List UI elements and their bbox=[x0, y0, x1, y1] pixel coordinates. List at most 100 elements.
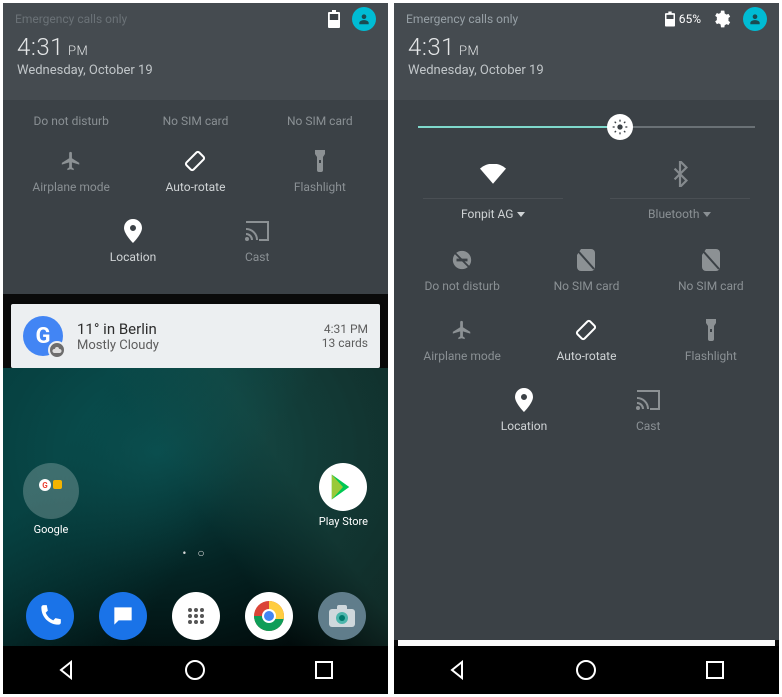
tile-autorotate[interactable]: Auto-rotate bbox=[133, 136, 257, 206]
tile-label: No SIM card bbox=[678, 279, 744, 293]
clock-time: 4:31 bbox=[17, 33, 64, 61]
emergency-label: Emergency calls only bbox=[406, 12, 518, 26]
date-label: Wednesday, October 19 bbox=[408, 63, 765, 78]
chevron-down-icon bbox=[703, 212, 711, 217]
brightness-slider[interactable] bbox=[394, 100, 779, 146]
tile-flashlight[interactable]: Flashlight bbox=[258, 136, 382, 206]
brightness-thumb[interactable] bbox=[607, 114, 633, 140]
tile-location[interactable]: Location bbox=[71, 206, 195, 276]
nav-home[interactable] bbox=[556, 652, 616, 688]
user-avatar[interactable] bbox=[352, 7, 376, 31]
airplane-icon bbox=[60, 148, 82, 174]
tile-cast[interactable]: Cast bbox=[586, 375, 710, 445]
bluetooth-icon bbox=[672, 160, 688, 188]
clock: 4:31 PM bbox=[408, 33, 765, 61]
tile-label: Auto-rotate bbox=[166, 180, 226, 194]
clock-ampm: PM bbox=[459, 44, 479, 59]
home-screen[interactable]: G Google Play Store • ○ bbox=[3, 368, 388, 646]
tile-airplane[interactable]: Airplane mode bbox=[9, 136, 133, 206]
tile-label: Location bbox=[501, 419, 547, 433]
flashlight-icon bbox=[701, 317, 721, 343]
autorotate-icon bbox=[183, 148, 207, 174]
wifi-label: Fonpit AG bbox=[461, 207, 513, 221]
nav-recent[interactable] bbox=[685, 652, 745, 688]
tile-dnd[interactable]: Do not disturb bbox=[9, 108, 133, 136]
tile-airplane[interactable]: Airplane mode bbox=[400, 305, 524, 375]
nav-recent[interactable] bbox=[294, 652, 354, 688]
tile-label: Cast bbox=[245, 250, 269, 264]
battery-icon bbox=[665, 11, 675, 27]
tile-location[interactable]: Location bbox=[462, 375, 586, 445]
app-play-store[interactable]: Play Store bbox=[319, 463, 368, 536]
nav-home[interactable] bbox=[165, 652, 225, 688]
wifi-icon bbox=[480, 160, 506, 188]
app-phone[interactable] bbox=[26, 592, 74, 640]
tile-bluetooth[interactable]: Bluetooth bbox=[587, 146, 774, 231]
notification-meta: 13 cards bbox=[322, 336, 368, 350]
quick-settings-tiles: Do not disturb No SIM card No SIM card A… bbox=[3, 100, 388, 294]
date-label: Wednesday, October 19 bbox=[17, 63, 374, 78]
tile-wifi[interactable]: Fonpit AG bbox=[400, 146, 587, 231]
folder-google[interactable]: G Google bbox=[23, 463, 79, 536]
folder-label: Google bbox=[34, 523, 69, 536]
tile-label: Do not disturb bbox=[425, 279, 500, 293]
tile-label: No SIM card bbox=[554, 279, 620, 293]
location-icon bbox=[124, 218, 142, 244]
cast-icon bbox=[636, 387, 660, 413]
tile-sim2[interactable]: No SIM card bbox=[258, 108, 382, 136]
airplane-icon bbox=[451, 317, 473, 343]
nav-back[interactable] bbox=[428, 652, 488, 688]
clock: 4:31 PM bbox=[17, 33, 374, 61]
notification-card[interactable]: G 11° in Berlin Mostly Cloudy 4:31 PM 13… bbox=[11, 304, 380, 368]
status-bar: Emergency calls only bbox=[3, 3, 388, 31]
notification-app-icon: G bbox=[23, 316, 63, 356]
clock-time: 4:31 bbox=[408, 33, 455, 61]
page-indicator: • ○ bbox=[3, 546, 388, 560]
tile-label: No SIM card bbox=[163, 114, 229, 128]
app-messages[interactable] bbox=[99, 592, 147, 640]
app-camera[interactable] bbox=[318, 592, 366, 640]
tile-autorotate[interactable]: Auto-rotate bbox=[524, 305, 648, 375]
notification-time: 4:31 PM bbox=[322, 322, 368, 336]
sim-icon bbox=[577, 247, 595, 273]
battery-percent: 65% bbox=[679, 12, 701, 26]
tile-dnd[interactable]: Do not disturb bbox=[400, 235, 524, 305]
status-bar: Emergency calls only 65% bbox=[394, 3, 779, 31]
quick-settings-expanded: Emergency calls only 65% 4:31 PM Wednesda… bbox=[394, 3, 779, 640]
chevron-down-icon bbox=[517, 212, 525, 217]
bluetooth-label: Bluetooth bbox=[648, 207, 699, 221]
tile-label: Flashlight bbox=[294, 180, 346, 194]
app-chrome[interactable] bbox=[245, 592, 293, 640]
tile-flashlight[interactable]: Flashlight bbox=[649, 305, 773, 375]
autorotate-icon bbox=[574, 317, 598, 343]
battery-icon bbox=[328, 10, 340, 28]
navigation-bar bbox=[3, 646, 388, 694]
dnd-icon bbox=[451, 247, 473, 273]
sim-icon bbox=[702, 247, 720, 273]
phone-right: Emergency calls only 65% 4:31 PM Wednesda… bbox=[394, 3, 779, 694]
user-avatar[interactable] bbox=[743, 7, 767, 31]
location-icon bbox=[515, 387, 533, 413]
tile-label: Do not disturb bbox=[34, 114, 109, 128]
notification-shade: Emergency calls only 4:31 PM Wednesday, O… bbox=[3, 3, 388, 294]
tile-cast[interactable]: Cast bbox=[195, 206, 319, 276]
svg-text:G: G bbox=[42, 481, 48, 490]
notification-title: 11° in Berlin bbox=[77, 320, 322, 338]
app-label: Play Store bbox=[319, 515, 368, 528]
dock bbox=[3, 584, 388, 646]
weather-badge-icon bbox=[48, 341, 66, 359]
tile-sim1[interactable]: No SIM card bbox=[133, 108, 257, 136]
clock-ampm: PM bbox=[68, 44, 88, 59]
tile-sim2[interactable]: No SIM card bbox=[649, 235, 773, 305]
tile-sim1[interactable]: No SIM card bbox=[524, 235, 648, 305]
tile-label: Cast bbox=[636, 419, 660, 433]
nav-back[interactable] bbox=[37, 652, 97, 688]
app-drawer[interactable] bbox=[172, 592, 220, 640]
tile-label: Airplane mode bbox=[32, 180, 109, 194]
tile-label: Airplane mode bbox=[423, 349, 500, 363]
notification-subtitle: Mostly Cloudy bbox=[77, 338, 322, 353]
tile-label: Flashlight bbox=[685, 349, 737, 363]
settings-icon[interactable] bbox=[711, 9, 731, 29]
navigation-bar bbox=[394, 646, 779, 694]
phone-left: Emergency calls only 4:31 PM Wednesday, O… bbox=[3, 3, 388, 694]
